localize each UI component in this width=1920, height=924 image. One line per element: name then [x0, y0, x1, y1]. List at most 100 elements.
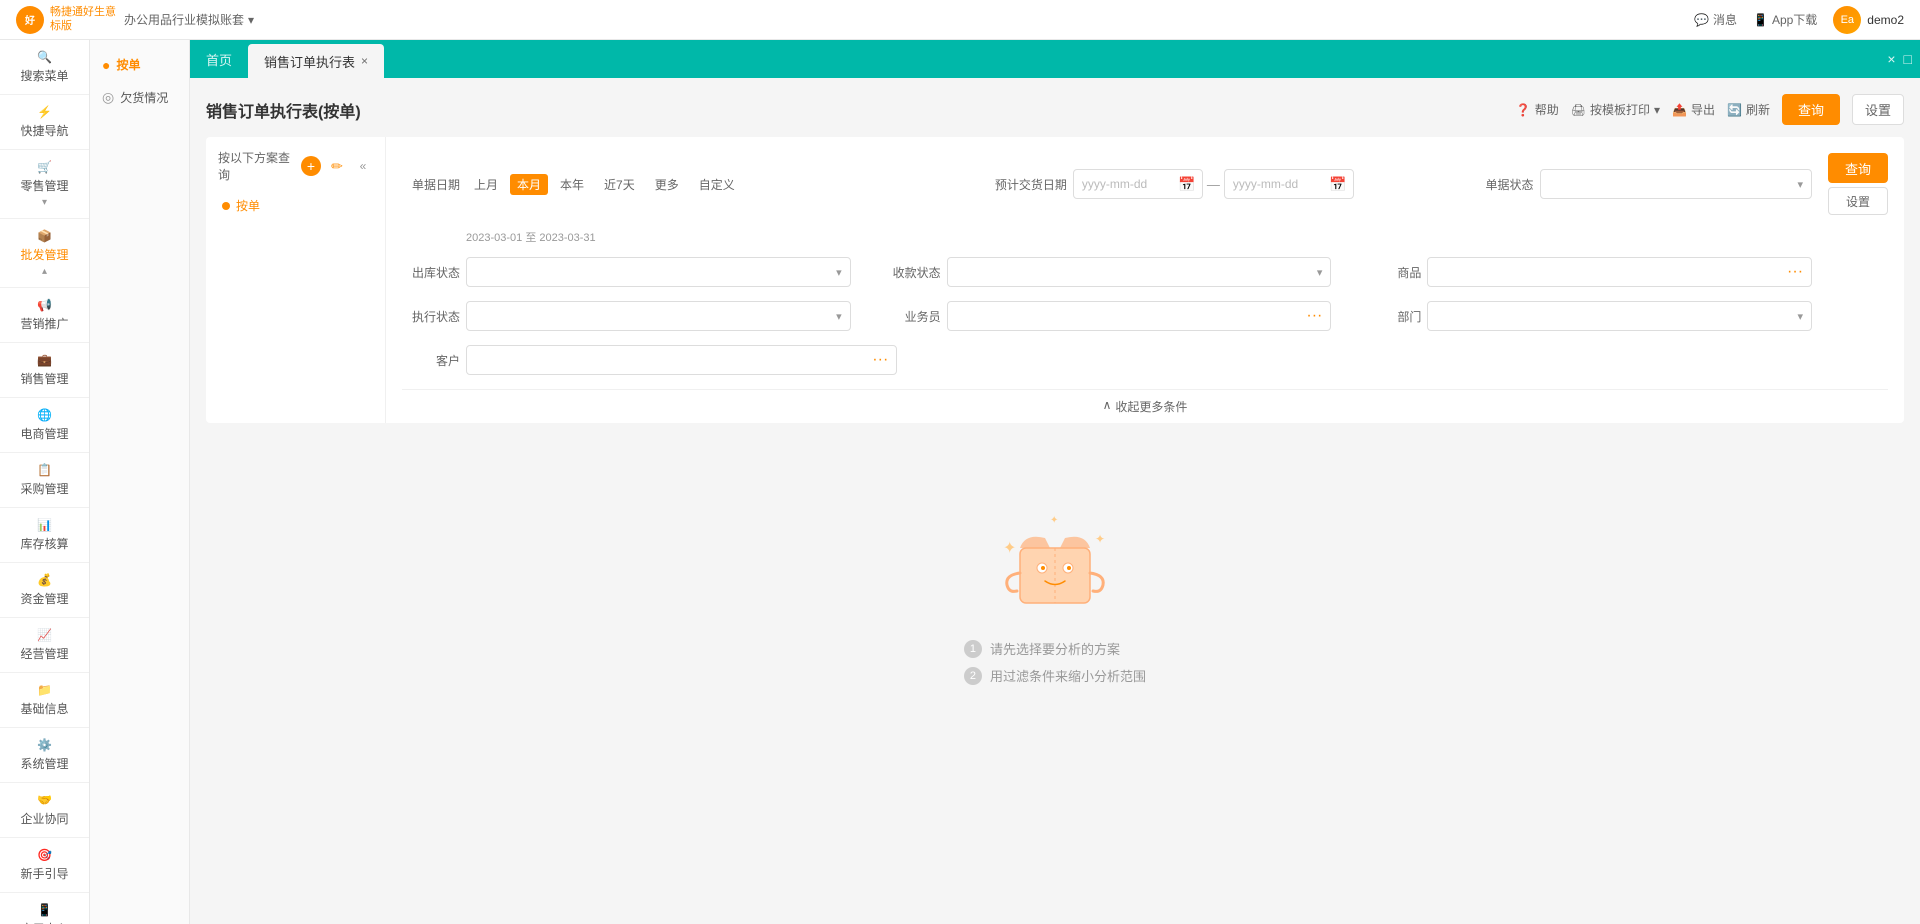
query-btn[interactable]: 查询: [1782, 94, 1840, 125]
print-icon: 🖨: [1571, 103, 1586, 117]
sidebar-item-ecommerce[interactable]: 🌐 电商管理: [0, 398, 89, 453]
download-icon: 📱: [1753, 13, 1768, 27]
mobile-icon: 📱: [37, 903, 52, 917]
sidebar-item-retail[interactable]: 🛒 零售管理 ▾: [0, 150, 89, 219]
sidebar-item-finance[interactable]: 💰 资金管理: [0, 563, 89, 618]
expected-date-group: 预计交货日期 yyyy-mm-dd 📅 — yyyy-mm-dd 📅: [995, 169, 1444, 199]
collapse-more-btn[interactable]: ∧ 收起更多条件: [402, 389, 1888, 423]
date-more-btn[interactable]: 更多: [647, 173, 687, 196]
briefcase-icon: 💼: [37, 353, 52, 367]
sidebar-item-basic[interactable]: 📁 基础信息: [0, 673, 89, 728]
content-area: 首页 销售订单执行表 × × □ 销售订单执行表(按单) ❓ 帮助: [190, 40, 1920, 924]
date-this-year-btn[interactable]: 本年: [552, 173, 592, 196]
doc-status-select[interactable]: ▾: [1540, 169, 1813, 199]
message-icon: 💬: [1694, 13, 1709, 27]
export-btn[interactable]: 📤 导出: [1672, 101, 1715, 118]
scheme-item-order[interactable]: 按单: [214, 191, 377, 220]
filter-card: 按以下方案查询 + ✏ « 按单: [206, 137, 1904, 423]
scheme-panel: 按以下方案查询 + ✏ « 按单: [206, 137, 386, 423]
target-icon: 🎯: [37, 848, 52, 862]
calendar-end-icon[interactable]: 📅: [1329, 176, 1346, 193]
sidebar-item-guide[interactable]: 🎯 新手引导: [0, 838, 89, 893]
add-scheme-btn[interactable]: +: [301, 156, 321, 176]
outbound-group: 出库状态 ▾: [402, 257, 851, 287]
date-7days-btn[interactable]: 近7天: [596, 173, 643, 196]
folder-icon: 📁: [37, 683, 52, 697]
sidebar-item-operation[interactable]: 📈 经营管理: [0, 618, 89, 673]
megaphone-icon: 📢: [37, 298, 52, 312]
svg-text:✦: ✦: [1003, 540, 1016, 557]
tab-close-window-icon[interactable]: ×: [1887, 51, 1895, 67]
exec-select[interactable]: ▾: [466, 301, 851, 331]
tab-maximize-icon[interactable]: □: [1904, 51, 1912, 67]
sub-sidebar-item-order[interactable]: ● 按单: [90, 48, 189, 81]
date-last-month-btn[interactable]: 上月: [466, 173, 506, 196]
empty-state: ✦ ✦ ✦ 1 请先选择要分析的方案 2 用过滤条件来缩小分析范围: [206, 423, 1904, 765]
help-btn[interactable]: ❓ 帮助: [1516, 101, 1559, 118]
sub-sidebar-item-debt[interactable]: ◎ 欠货情况: [90, 81, 189, 114]
chevron-down-icon: ▾: [248, 13, 254, 27]
scheme-panel-header: 按以下方案查询 + ✏ «: [214, 149, 377, 183]
expected-date-end[interactable]: yyyy-mm-dd 📅: [1224, 169, 1354, 199]
tab-home[interactable]: 首页: [190, 40, 248, 78]
help-icon: ❓: [1516, 103, 1531, 117]
sidebar-item-sales[interactable]: 💼 销售管理: [0, 343, 89, 398]
salesperson-dots-icon[interactable]: ···: [1306, 307, 1322, 325]
sidebar-item-system[interactable]: ⚙️ 系统管理: [0, 728, 89, 783]
dept-group: 部门 ▾: [1363, 301, 1812, 331]
edit-scheme-btn[interactable]: ✏: [327, 156, 347, 176]
sidebar-item-inventory[interactable]: 📊 库存核算: [0, 508, 89, 563]
svg-text:✦: ✦: [1050, 515, 1058, 526]
payment-group: 收款状态 ▾: [883, 257, 1332, 287]
search-settings-btn[interactable]: 设置: [1828, 187, 1888, 215]
sidebar-item-collab[interactable]: 🤝 企业协同: [0, 783, 89, 838]
main-layout: 🔍 搜索菜单 ⚡ 快捷导航 🛒 零售管理 ▾ 📦 批发管理 ▴ 📢 营销推广 💼…: [0, 40, 1920, 924]
collapse-scheme-btn[interactable]: «: [353, 156, 373, 176]
logo-text: 畅捷通好生意 标版: [50, 6, 116, 32]
customer-group: 客户 ···: [402, 345, 897, 375]
refresh-btn[interactable]: 🔄 刷新: [1727, 101, 1770, 118]
tab-sales-exec[interactable]: 销售订单执行表 ×: [248, 44, 384, 78]
sidebar-item-appcenter[interactable]: 📱 应用中心: [0, 893, 89, 924]
avatar: Ea: [1833, 6, 1861, 34]
sidebar-item-wholesale[interactable]: 📦 批发管理 ▴: [0, 219, 89, 288]
date-custom-btn[interactable]: 自定义: [691, 173, 743, 196]
expected-date-start[interactable]: yyyy-mm-dd 📅: [1073, 169, 1203, 199]
company-selector[interactable]: 办公用品行业模拟账套 ▾: [124, 11, 254, 28]
goods-dots-icon[interactable]: ···: [1787, 263, 1803, 281]
settings-btn[interactable]: 设置: [1852, 94, 1904, 125]
filter-row-4: 客户 ···: [402, 345, 1888, 375]
filter-right: 单据日期 上月 本月 本年 近7天 更多 自定义: [386, 137, 1904, 423]
sidebar-item-marketing[interactable]: 📢 营销推广: [0, 288, 89, 343]
search-query-btn[interactable]: 查询: [1828, 153, 1888, 183]
payment-select[interactable]: ▾: [947, 257, 1332, 287]
message-action[interactable]: 💬 消息: [1694, 11, 1737, 28]
page-content: 销售订单执行表(按单) ❓ 帮助 🖨 按模板打印 ▾ 📤 导出: [190, 78, 1920, 924]
sidebar-item-quick-nav[interactable]: ⚡ 快捷导航: [0, 95, 89, 150]
customer-dots-icon[interactable]: ···: [872, 351, 888, 369]
salesperson-input[interactable]: ···: [947, 301, 1332, 331]
scheme-active-dot: [222, 202, 230, 210]
header-right: 💬 消息 📱 App下载 Ea demo2: [1694, 6, 1904, 34]
globe-icon: 🌐: [37, 408, 52, 422]
tab-bar-actions: × □: [1887, 51, 1920, 67]
header-left: 好 畅捷通好生意 标版 办公用品行业模拟账套 ▾: [16, 6, 254, 34]
calendar-start-icon[interactable]: 📅: [1178, 176, 1195, 193]
date-this-month-btn[interactable]: 本月: [510, 174, 548, 195]
doc-status-arrow-icon: ▾: [1797, 178, 1803, 191]
user-area[interactable]: Ea demo2: [1833, 6, 1904, 34]
tip-num-2: 2: [964, 667, 982, 685]
expand-icon: ▾: [42, 197, 47, 208]
goods-select[interactable]: ···: [1427, 257, 1812, 287]
logo-area: 好 畅捷通好生意 标版: [16, 6, 116, 34]
outbound-select[interactable]: ▾: [466, 257, 851, 287]
template-print-btn[interactable]: 🖨 按模板打印 ▾: [1571, 101, 1660, 118]
sidebar-item-search-menu[interactable]: 🔍 搜索菜单: [0, 40, 89, 95]
app-download-action[interactable]: 📱 App下载: [1753, 11, 1817, 28]
customer-input[interactable]: ···: [466, 345, 897, 375]
sidebar-item-purchase[interactable]: 📋 采购管理: [0, 453, 89, 508]
date-quick-group: 上月 本月 本年 近7天 更多 自定义: [466, 173, 743, 196]
tab-close-icon[interactable]: ×: [361, 54, 368, 68]
search-btn-area: 查询 设置: [1828, 153, 1888, 215]
dept-select[interactable]: ▾: [1427, 301, 1812, 331]
